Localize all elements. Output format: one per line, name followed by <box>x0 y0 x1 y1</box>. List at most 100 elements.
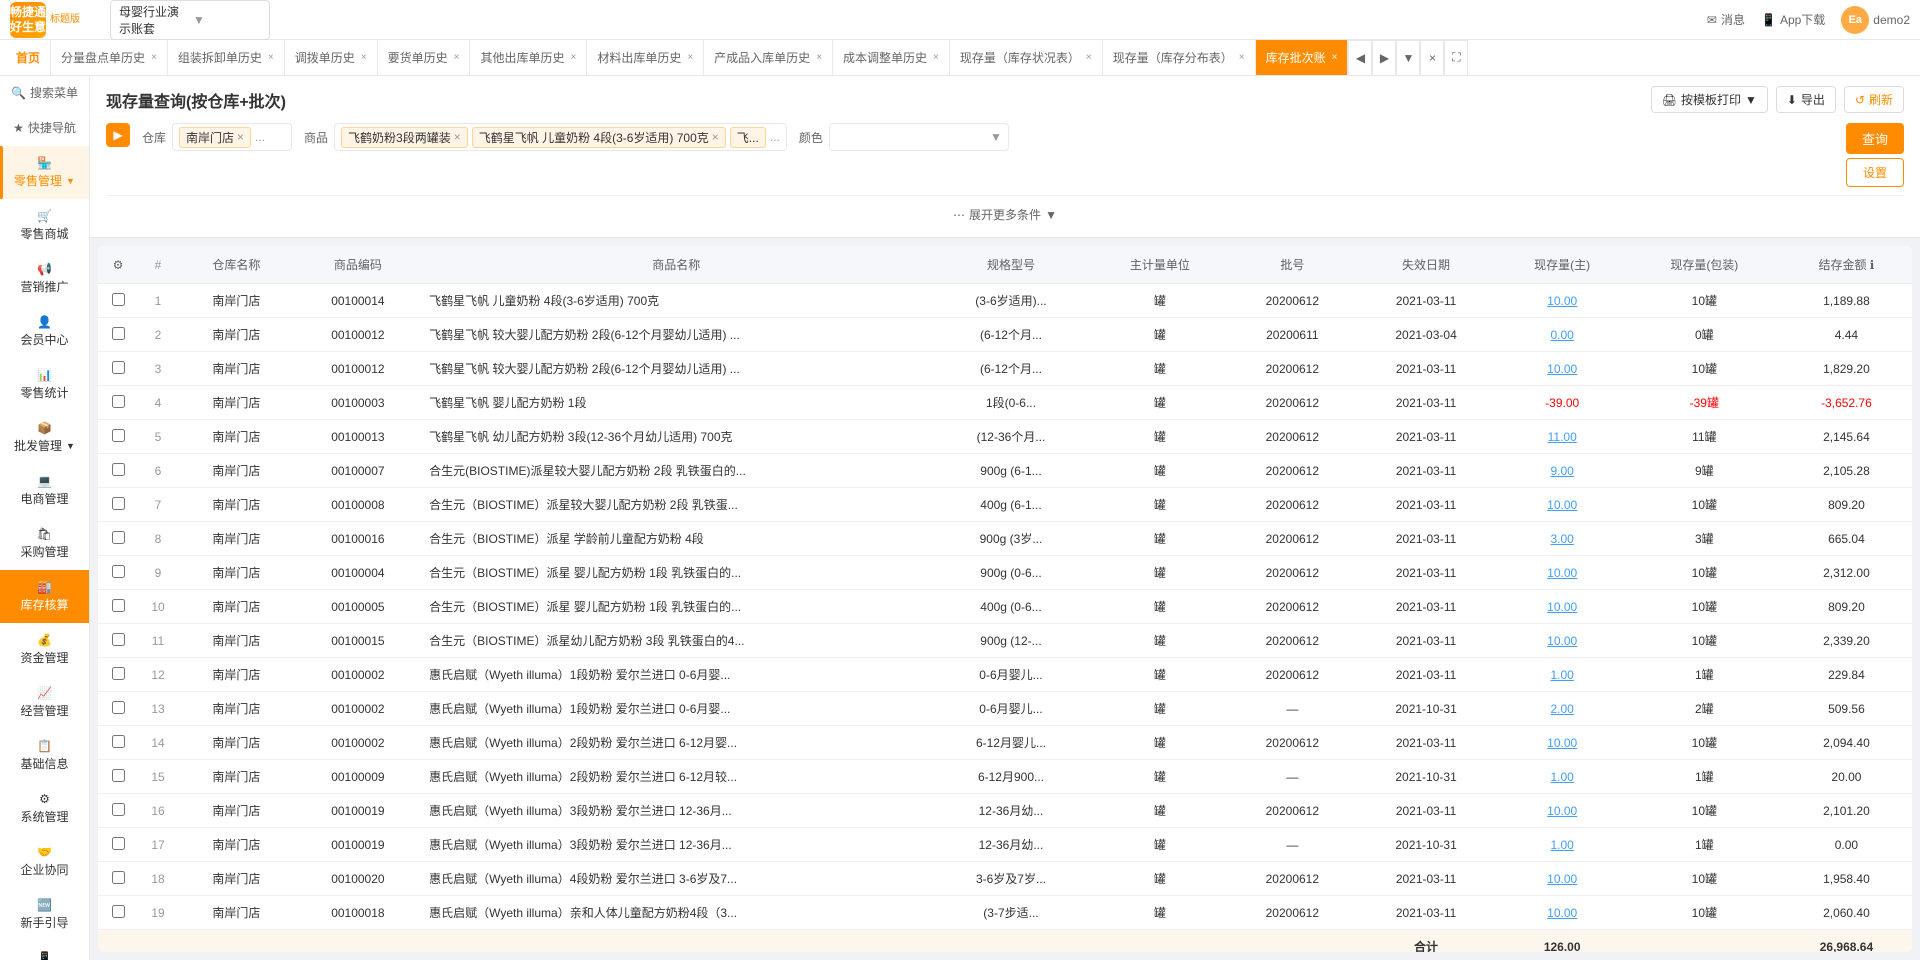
settings-gear-icon[interactable]: ⚙ <box>113 258 124 272</box>
qty-main-value[interactable]: 3.00 <box>1551 532 1574 546</box>
td-checkbox[interactable] <box>98 488 138 522</box>
tab-close-batch-account-icon[interactable]: × <box>1332 52 1338 63</box>
td-checkbox[interactable] <box>98 658 138 692</box>
sidebar-item-inventory-check[interactable]: 🏭 库存核算 <box>0 570 89 623</box>
td-checkbox[interactable] <box>98 828 138 862</box>
td-checkbox[interactable] <box>98 692 138 726</box>
tab-requisition[interactable]: 要货单历史 × <box>378 40 471 76</box>
sidebar-item-member-center[interactable]: 👤 会员中心 <box>0 305 89 358</box>
product-tag-1-close-icon[interactable]: × <box>454 130 461 144</box>
print-button[interactable]: 🖨 按模板打印 ▼ <box>1651 86 1768 113</box>
td-checkbox[interactable] <box>98 556 138 590</box>
td-checkbox[interactable] <box>98 624 138 658</box>
row-checkbox-2[interactable] <box>112 361 125 374</box>
row-checkbox-5[interactable] <box>112 463 125 476</box>
qty-main-value[interactable]: 10.00 <box>1547 498 1577 512</box>
row-checkbox-0[interactable] <box>112 293 125 306</box>
qty-main-value[interactable]: 10.00 <box>1547 804 1577 818</box>
product-tag-container[interactable]: 飞鹤奶粉3段两罐装 × 飞鹤星飞帆 儿童奶粉 4段(3-6岁适用) 700克 ×… <box>334 123 787 151</box>
qty-main-value[interactable]: 10.00 <box>1547 872 1577 886</box>
qty-main-value[interactable]: 10.00 <box>1547 294 1577 308</box>
td-checkbox[interactable] <box>98 590 138 624</box>
row-checkbox-7[interactable] <box>112 531 125 544</box>
tab-product-inbound[interactable]: 产成品入库单历史 × <box>704 40 833 76</box>
sidebar-item-operations-mgmt[interactable]: 📈 经营管理 <box>0 676 89 729</box>
qty-main-value[interactable]: 1.00 <box>1551 668 1574 682</box>
row-checkbox-14[interactable] <box>112 769 125 782</box>
tab-close-requisition-icon[interactable]: × <box>454 52 460 63</box>
sidebar-item-batch-mgmt[interactable]: 📦 批发管理 ▼ <box>0 411 89 464</box>
tab-expand-button[interactable]: ▼ <box>1396 40 1420 76</box>
tab-split-inventory[interactable]: 分量盘点单历史 × <box>51 40 168 76</box>
td-checkbox[interactable] <box>98 794 138 828</box>
product-tag-2-close-icon[interactable]: × <box>712 130 719 144</box>
td-checkbox[interactable] <box>98 318 138 352</box>
expand-more-button[interactable]: ⋯ 展开更多条件 ▼ <box>945 202 1065 227</box>
tab-close-product-inbound-icon[interactable]: × <box>816 52 822 63</box>
qty-main-value[interactable]: 10.00 <box>1547 362 1577 376</box>
tab-close-allocation-icon[interactable]: × <box>361 52 367 63</box>
sidebar-item-purchase-mgmt[interactable]: 🛍 采购管理 <box>0 517 89 570</box>
qty-main-value[interactable]: 0.00 <box>1551 328 1574 342</box>
color-tag-container[interactable]: ▼ <box>829 123 1009 151</box>
user-avatar-button[interactable]: Ea demo2 <box>1841 6 1910 34</box>
tab-cost-adjust[interactable]: 成本调整单历史 × <box>833 40 950 76</box>
warehouse-filter-more-icon[interactable]: ... <box>255 130 265 144</box>
sidebar-item-system-mgmt[interactable]: ⚙ 系统管理 <box>0 782 89 835</box>
td-checkbox[interactable] <box>98 726 138 760</box>
warehouse-tag-close-icon[interactable]: × <box>237 130 244 144</box>
filter-expand-button[interactable]: ▶ <box>106 123 130 147</box>
td-checkbox[interactable] <box>98 386 138 420</box>
tab-material-outbound[interactable]: 材料出库单历史 × <box>587 40 704 76</box>
app-download-button[interactable]: 📱 App下载 <box>1761 11 1825 28</box>
qty-main-value[interactable]: 10.00 <box>1547 906 1577 920</box>
sidebar-item-basic-info[interactable]: 📋 基础信息 <box>0 729 89 782</box>
sidebar-item-retail-stats[interactable]: 📊 零售统计 <box>0 358 89 411</box>
tab-allocation[interactable]: 调拨单历史 × <box>285 40 378 76</box>
qty-main-value[interactable]: 9.00 <box>1551 464 1574 478</box>
sidebar-item-app-center[interactable]: 📱 应用中心 <box>0 941 89 960</box>
td-checkbox[interactable] <box>98 420 138 454</box>
tab-close-material-outbound-icon[interactable]: × <box>687 52 693 63</box>
sidebar-item-finance-mgmt[interactable]: 💰 资金管理 <box>0 623 89 676</box>
industry-selector[interactable]: 母婴行业演示账套 ▼ <box>110 0 270 40</box>
qty-main-value[interactable]: 10.00 <box>1547 736 1577 750</box>
td-checkbox[interactable] <box>98 352 138 386</box>
row-checkbox-4[interactable] <box>112 429 125 442</box>
sidebar-quick-nav[interactable]: ★ 快捷导航 <box>0 113 89 142</box>
td-checkbox[interactable] <box>98 454 138 488</box>
qty-main-value[interactable]: 2.00 <box>1551 702 1574 716</box>
td-checkbox[interactable] <box>98 862 138 896</box>
sidebar-item-enterprise-coop[interactable]: 🤝 企业协同 <box>0 835 89 888</box>
tab-close-inventory-dist-icon[interactable]: × <box>1239 52 1245 63</box>
td-checkbox[interactable] <box>98 760 138 794</box>
setting-button[interactable]: 设置 <box>1846 158 1904 187</box>
row-checkbox-9[interactable] <box>112 599 125 612</box>
product-filter-more-icon[interactable]: ... <box>770 130 780 144</box>
sidebar-item-retail-mall[interactable]: 🛒 零售商城 <box>0 199 89 252</box>
tab-fullscreen-button[interactable]: ⛶ <box>1444 40 1468 76</box>
qty-main-value[interactable]: 11.00 <box>1548 430 1577 444</box>
row-checkbox-12[interactable] <box>112 701 125 714</box>
qty-main-value[interactable]: 1.00 <box>1551 770 1574 784</box>
row-checkbox-13[interactable] <box>112 735 125 748</box>
tab-prev-button[interactable]: ◀ <box>1348 40 1372 76</box>
row-checkbox-10[interactable] <box>112 633 125 646</box>
tab-close-split-inventory-icon[interactable]: × <box>151 52 157 63</box>
tab-batch-account[interactable]: 库存批次账 × <box>1256 40 1349 76</box>
tab-combo-disassemble[interactable]: 组装拆卸单历史 × <box>168 40 285 76</box>
tab-close-combo-icon[interactable]: × <box>268 52 274 63</box>
warehouse-tag-container[interactable]: 南岸门店 × ... <box>172 123 292 151</box>
row-checkbox-6[interactable] <box>112 497 125 510</box>
qty-main-value[interactable]: 1.00 <box>1551 838 1574 852</box>
qty-main-value[interactable]: 10.00 <box>1547 634 1577 648</box>
row-checkbox-8[interactable] <box>112 565 125 578</box>
row-checkbox-1[interactable] <box>112 327 125 340</box>
sidebar-item-marketing[interactable]: 📢 营销推广 <box>0 252 89 305</box>
tab-other-outbound[interactable]: 其他出库单历史 × <box>470 40 587 76</box>
qty-main-value[interactable]: 10.00 <box>1547 600 1577 614</box>
td-checkbox[interactable] <box>98 896 138 930</box>
export-button[interactable]: ⬇ 导出 <box>1776 86 1836 113</box>
tab-close-all-button[interactable]: × <box>1420 40 1444 76</box>
tab-close-other-outbound-icon[interactable]: × <box>570 52 576 63</box>
